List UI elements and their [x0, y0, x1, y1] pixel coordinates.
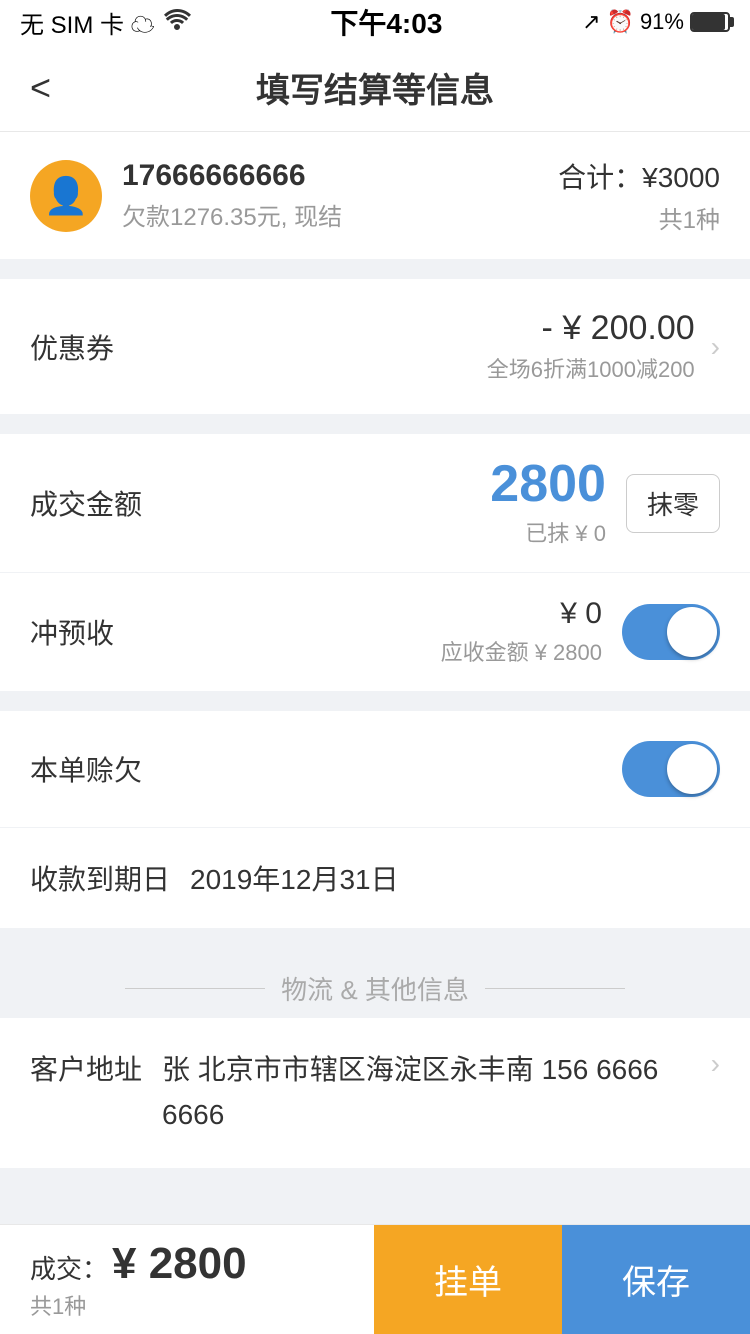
customer-info: 17666666666 欠款1276.35元, 现结	[122, 159, 342, 232]
chevron-right-icon: ›	[711, 331, 720, 363]
amount-right: 2800 已抹 ¥ 0 抹零	[490, 458, 720, 548]
prepay-value: ¥ 0	[441, 597, 602, 631]
debt-toggle-knob	[667, 744, 717, 794]
status-left: 无 SIM 卡 ☁	[20, 5, 191, 40]
battery-icon	[690, 12, 730, 32]
toggle-knob	[667, 607, 717, 657]
amount-value: 2800	[490, 458, 606, 510]
total-amount: 合计：¥3000	[558, 156, 720, 196]
divider-2	[0, 414, 750, 434]
footer-deal-label: 成交：	[30, 1249, 108, 1286]
sim-label: 无 SIM 卡 ☁	[20, 5, 155, 40]
status-bar: 无 SIM 卡 ☁ 下午4:03 ↗ ⏰ 91%	[0, 0, 750, 44]
divider-4	[0, 928, 750, 958]
alarm-icon: ⏰	[607, 9, 634, 35]
amount-section: 成交金额 2800 已抹 ¥ 0 抹零 冲预收 ¥ 0 应收金额 ¥ 2800	[0, 434, 750, 691]
customer-right: 合计：¥3000 共1种	[558, 156, 720, 235]
amount-sub: 已抹 ¥ 0	[490, 516, 606, 548]
debt-row: 本单赊欠	[0, 711, 750, 827]
footer-count: 共1种	[30, 1289, 344, 1321]
battery-percent: 91%	[640, 9, 684, 35]
back-button[interactable]: <	[20, 57, 61, 119]
debt-toggle[interactable]	[622, 741, 720, 797]
coupon-label: 优惠券	[30, 327, 114, 367]
address-card: 客户地址 张 北京市市辖区海淀区永丰南 156 6666 6666 ›	[0, 1018, 750, 1168]
footer-amount: ¥ 2800	[112, 1239, 247, 1289]
prepay-amounts: ¥ 0 应收金额 ¥ 2800	[441, 597, 602, 667]
amount-info: 2800 已抹 ¥ 0	[490, 458, 606, 548]
coupon-right: - ¥ 200.00 全场6折满1000减200 ›	[487, 309, 720, 384]
wifi-icon	[163, 8, 191, 37]
hang-button[interactable]: 挂单	[374, 1225, 562, 1334]
status-right: ↗ ⏰ 91%	[582, 9, 730, 35]
prepay-row: 冲预收 ¥ 0 应收金额 ¥ 2800	[0, 573, 750, 691]
due-date-label: 收款到期日	[30, 858, 170, 898]
customer-card: 👤 17666666666 欠款1276.35元, 现结 合计：¥3000 共1…	[0, 132, 750, 259]
item-count: 共1种	[558, 200, 720, 235]
footer: 成交： ¥ 2800 共1种 挂单 保存	[0, 1224, 750, 1334]
customer-debt: 欠款1276.35元, 现结	[122, 197, 342, 232]
avatar: 👤	[30, 160, 102, 232]
due-date-row: 收款到期日 2019年12月31日	[0, 827, 750, 928]
coupon-row[interactable]: 优惠券 - ¥ 200.00 全场6折满1000减200 ›	[0, 279, 750, 414]
address-row[interactable]: 客户地址 张 北京市市辖区海淀区永丰南 156 6666 6666 ›	[0, 1018, 750, 1168]
amount-row: 成交金额 2800 已抹 ¥ 0 抹零	[0, 434, 750, 573]
due-date-value: 2019年12月31日	[190, 858, 399, 898]
prepay-sub: 应收金额 ¥ 2800	[441, 635, 602, 667]
logistics-line-right	[485, 988, 625, 989]
logistics-label-wrap: 物流 & 其他信息	[125, 970, 625, 1007]
prepay-label: 冲预收	[30, 612, 114, 652]
coupon-discount: - ¥ 200.00 全场6折满1000减200	[487, 309, 695, 384]
logistics-text: 物流 & 其他信息	[281, 970, 469, 1007]
nav-bar: < 填写结算等信息	[0, 44, 750, 132]
customer-left: 👤 17666666666 欠款1276.35元, 现结	[30, 159, 342, 232]
prepay-toggle[interactable]	[622, 604, 720, 660]
save-button[interactable]: 保存	[562, 1225, 750, 1334]
debt-label: 本单赊欠	[30, 749, 142, 789]
coupon-card: 优惠券 - ¥ 200.00 全场6折满1000减200 ›	[0, 279, 750, 414]
address-value: 张 北京市市辖区海淀区永丰南 156 6666 6666	[162, 1048, 695, 1138]
content: 👤 17666666666 欠款1276.35元, 现结 合计：¥3000 共1…	[0, 132, 750, 1328]
footer-info: 成交： ¥ 2800 共1种	[0, 1239, 374, 1321]
status-time: 下午4:03	[330, 2, 442, 42]
amount-label: 成交金额	[30, 483, 142, 523]
logistics-section-header: 物流 & 其他信息	[0, 958, 750, 1018]
prepay-right: ¥ 0 应收金额 ¥ 2800	[441, 597, 720, 667]
address-chevron-icon: ›	[711, 1048, 720, 1080]
divider-3	[0, 691, 750, 711]
logistics-line-left	[125, 988, 265, 989]
coupon-desc: 全场6折满1000减200	[487, 352, 695, 384]
location-icon: ↗	[582, 9, 600, 35]
round-off-button[interactable]: 抹零	[626, 474, 720, 533]
coupon-amount: - ¥ 200.00	[487, 309, 695, 348]
customer-phone: 17666666666	[122, 159, 342, 193]
page-title: 填写结算等信息	[256, 63, 494, 112]
address-label: 客户地址	[30, 1048, 142, 1088]
divider-1	[0, 259, 750, 279]
